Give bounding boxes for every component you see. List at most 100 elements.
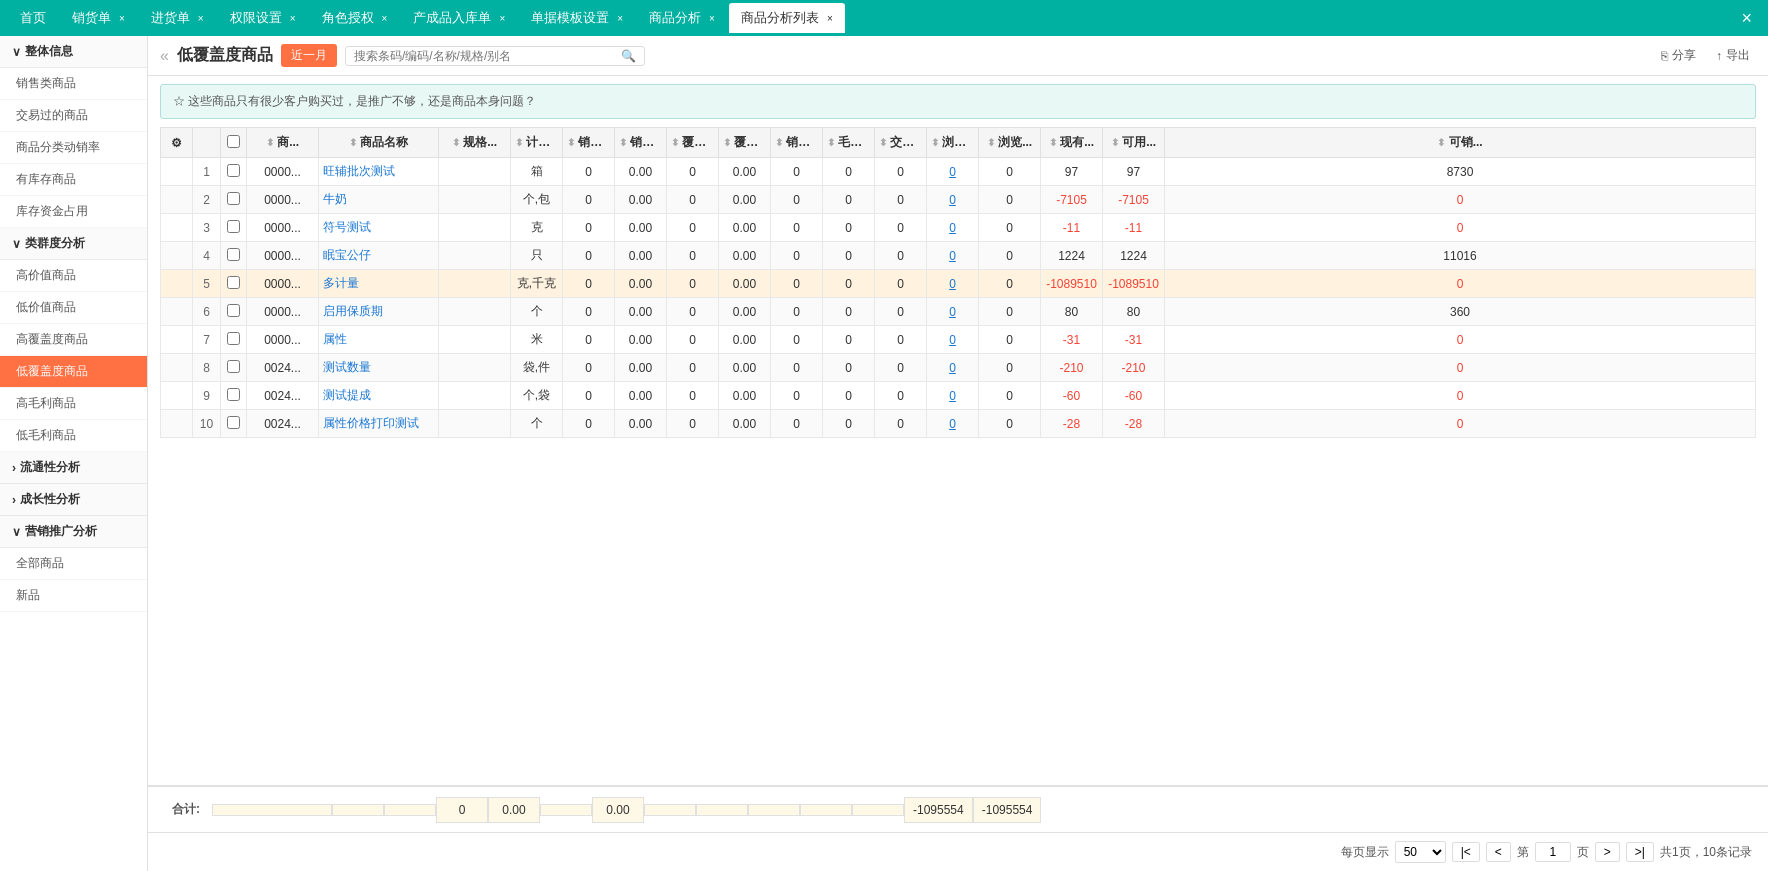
close-icon[interactable]: × [382, 13, 388, 24]
last-page-btn[interactable]: >| [1626, 842, 1654, 862]
row-checkbox-cell[interactable] [221, 186, 247, 214]
search-icon[interactable]: 🔍 [621, 49, 636, 63]
col-saleable[interactable]: ⬍ 可销... [1165, 128, 1756, 158]
row-browse1[interactable]: 0 [927, 354, 979, 382]
sidebar-item-low-value[interactable]: 低价值商品 [0, 292, 147, 324]
per-page-select[interactable]: 50 100 200 [1395, 841, 1446, 863]
row-checkbox-cell[interactable] [221, 298, 247, 326]
col-cover1[interactable]: ⬍ 覆盖... [667, 128, 719, 158]
row-name[interactable]: 眠宝公仔 [319, 242, 439, 270]
col-gross[interactable]: ⬍ 毛利率 [823, 128, 875, 158]
close-icon[interactable]: × [617, 13, 623, 24]
window-close-button[interactable]: × [1733, 4, 1760, 33]
export-button[interactable]: ↑ 导出 [1710, 44, 1756, 67]
sidebar-section-flow[interactable]: › 流通性分析 [0, 452, 147, 484]
row-name[interactable]: 启用保质期 [319, 298, 439, 326]
sidebar-section-growth[interactable]: › 成长性分析 [0, 484, 147, 516]
row-checkbox[interactable] [227, 332, 240, 345]
col-code[interactable]: ⬍ 商... [247, 128, 319, 158]
close-icon[interactable]: × [709, 13, 715, 24]
col-settings[interactable]: ⚙ [161, 128, 193, 158]
next-page-btn[interactable]: > [1595, 842, 1620, 862]
nav-tab-purchase[interactable]: 进货单 × [139, 3, 216, 33]
row-browse1[interactable]: 0 [927, 326, 979, 354]
nav-tab-role[interactable]: 角色授权 × [310, 3, 400, 33]
row-name[interactable]: 测试提成 [319, 382, 439, 410]
sidebar-item-new-goods[interactable]: 新品 [0, 580, 147, 612]
col-name[interactable]: ⬍ 商品名称 [319, 128, 439, 158]
col-trans[interactable]: ⬍ 交易... [875, 128, 927, 158]
sidebar-section-cluster[interactable]: ∨ 类群度分析 [0, 228, 147, 260]
col-sales-qty[interactable]: ⬍ 销售... [563, 128, 615, 158]
row-checkbox-cell[interactable] [221, 158, 247, 186]
prev-page-btn[interactable]: < [1486, 842, 1511, 862]
col-unit[interactable]: ⬍ 计量... [511, 128, 563, 158]
row-browse1[interactable]: 0 [927, 242, 979, 270]
col-cover2[interactable]: ⬍ 覆盖... [719, 128, 771, 158]
row-checkbox[interactable] [227, 192, 240, 205]
row-browse1[interactable]: 0 [927, 214, 979, 242]
row-checkbox-cell[interactable] [221, 410, 247, 438]
row-checkbox-cell[interactable] [221, 242, 247, 270]
period-button[interactable]: 近一月 [281, 44, 337, 67]
col-stock1[interactable]: ⬍ 现有... [1041, 128, 1103, 158]
row-checkbox[interactable] [227, 164, 240, 177]
col-sales-amt[interactable]: ⬍ 销售... [615, 128, 667, 158]
first-page-btn[interactable]: |< [1452, 842, 1480, 862]
row-name[interactable]: 旺辅批次测试 [319, 158, 439, 186]
nav-tab-analysis-list[interactable]: 商品分析列表 × [729, 3, 845, 33]
row-name[interactable]: 牛奶 [319, 186, 439, 214]
nav-tab-home[interactable]: 首页 [8, 3, 58, 33]
sidebar-section-overall[interactable]: ∨ 整体信息 [0, 36, 147, 68]
row-name[interactable]: 测试数量 [319, 354, 439, 382]
sidebar-item-traded-goods[interactable]: 交易过的商品 [0, 100, 147, 132]
sidebar-item-high-margin[interactable]: 高毛利商品 [0, 388, 147, 420]
row-checkbox[interactable] [227, 416, 240, 429]
row-checkbox[interactable] [227, 220, 240, 233]
close-icon[interactable]: × [198, 13, 204, 24]
row-checkbox-cell[interactable] [221, 214, 247, 242]
sidebar-item-category-rate[interactable]: 商品分类动销率 [0, 132, 147, 164]
row-name[interactable]: 属性价格打印测试 [319, 410, 439, 438]
sidebar-item-low-margin[interactable]: 低毛利商品 [0, 420, 147, 452]
row-name[interactable]: 属性 [319, 326, 439, 354]
row-browse1[interactable]: 0 [927, 158, 979, 186]
nav-tab-analysis[interactable]: 商品分析 × [637, 3, 727, 33]
row-checkbox[interactable] [227, 304, 240, 317]
col-avail[interactable]: ⬍ 可用... [1103, 128, 1165, 158]
row-browse1[interactable]: 0 [927, 186, 979, 214]
row-checkbox-cell[interactable] [221, 354, 247, 382]
search-input[interactable] [354, 49, 617, 63]
row-name[interactable]: 多计量 [319, 270, 439, 298]
row-checkbox[interactable] [227, 276, 240, 289]
page-input[interactable] [1535, 842, 1571, 862]
row-browse1[interactable]: 0 [927, 410, 979, 438]
col-sales-x[interactable]: ⬍ 销售... [771, 128, 823, 158]
row-checkbox[interactable] [227, 388, 240, 401]
nav-tab-sales[interactable]: 销货单 × [60, 3, 137, 33]
row-checkbox[interactable] [227, 248, 240, 261]
row-name[interactable]: 符号测试 [319, 214, 439, 242]
row-browse1[interactable]: 0 [927, 382, 979, 410]
row-browse1[interactable]: 0 [927, 270, 979, 298]
col-check[interactable] [221, 128, 247, 158]
row-browse1[interactable]: 0 [927, 298, 979, 326]
close-icon[interactable]: × [827, 13, 833, 24]
nav-tab-template[interactable]: 单据模板设置 × [519, 3, 635, 33]
sidebar-item-high-coverage[interactable]: 高覆盖度商品 [0, 324, 147, 356]
sidebar-section-marketing[interactable]: ∨ 营销推广分析 [0, 516, 147, 548]
row-checkbox-cell[interactable] [221, 382, 247, 410]
col-spec[interactable]: ⬍ 规格... [439, 128, 511, 158]
close-icon[interactable]: × [290, 13, 296, 24]
sidebar-item-all-goods[interactable]: 全部商品 [0, 548, 147, 580]
select-all-checkbox[interactable] [227, 135, 240, 148]
row-checkbox[interactable] [227, 360, 240, 373]
sidebar-collapse-btn[interactable]: « [160, 47, 169, 65]
col-browse2[interactable]: ⬍ 浏览... [979, 128, 1041, 158]
sidebar-item-high-value[interactable]: 高价值商品 [0, 260, 147, 292]
col-browse1[interactable]: ⬍ 浏览... [927, 128, 979, 158]
sidebar-item-stocked-goods[interactable]: 有库存商品 [0, 164, 147, 196]
sidebar-item-low-coverage[interactable]: 低覆盖度商品 [0, 356, 147, 388]
nav-tab-product-in[interactable]: 产成品入库单 × [401, 3, 517, 33]
row-checkbox-cell[interactable] [221, 270, 247, 298]
